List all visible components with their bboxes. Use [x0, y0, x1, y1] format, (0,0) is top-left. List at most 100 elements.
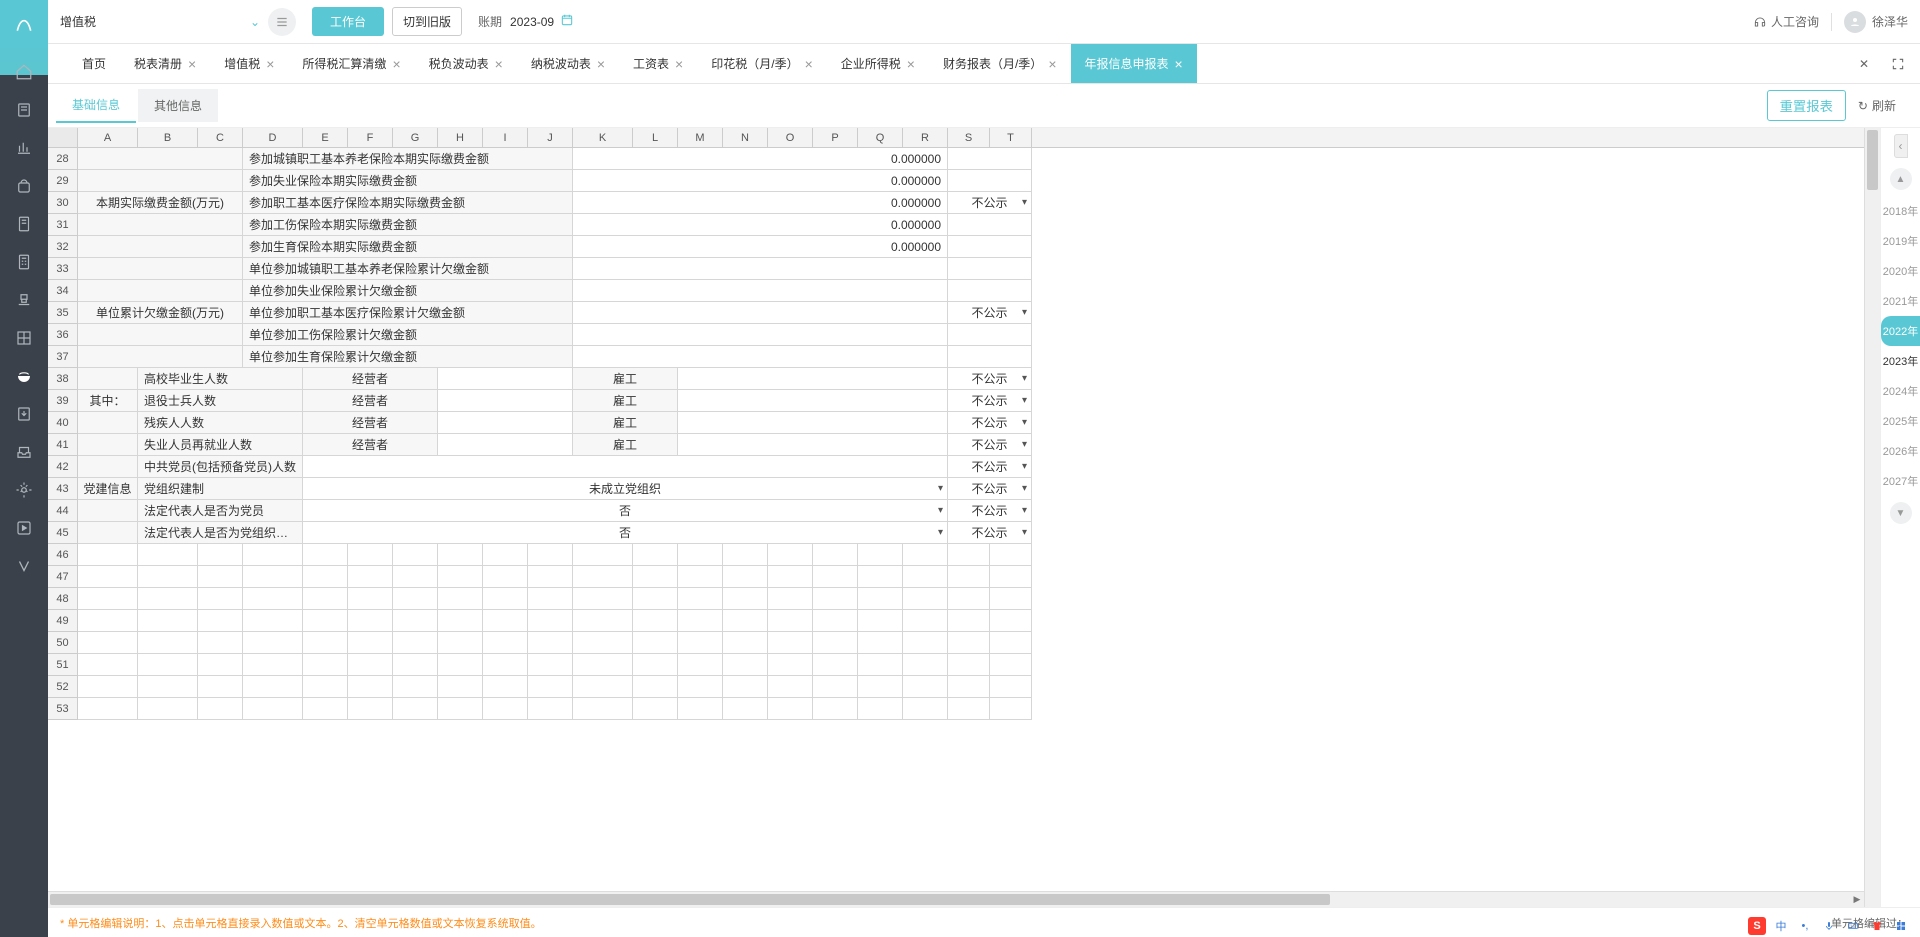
blank-cell[interactable] — [483, 632, 528, 654]
col-header-D[interactable]: D — [243, 128, 303, 147]
blank-cell[interactable] — [348, 676, 393, 698]
blank-cell[interactable] — [483, 610, 528, 632]
blank-cell[interactable] — [990, 610, 1032, 632]
ime-toolbox-icon[interactable] — [1892, 917, 1910, 935]
col-header-A[interactable]: A — [78, 128, 138, 147]
row-header[interactable]: 44 — [48, 500, 78, 522]
blank-cell[interactable] — [813, 544, 858, 566]
scrollbar-thumb-h[interactable] — [50, 894, 1330, 905]
col-header-H[interactable]: H — [438, 128, 483, 147]
blank-cell[interactable] — [348, 654, 393, 676]
reset-report-button[interactable]: 重置报表 — [1767, 90, 1846, 121]
blank-cell[interactable] — [858, 676, 903, 698]
blank-cell[interactable] — [573, 544, 633, 566]
blank-cell[interactable] — [438, 632, 483, 654]
blank-cell[interactable] — [768, 588, 813, 610]
blank-cell[interactable] — [303, 566, 348, 588]
row-header[interactable]: 42 — [48, 456, 78, 478]
blank-cell[interactable] — [483, 566, 528, 588]
year-item[interactable]: 2019年 — [1881, 226, 1920, 256]
blank-cell[interactable] — [528, 544, 573, 566]
blank-cell[interactable] — [990, 632, 1032, 654]
tab-close-icon[interactable]: × — [1175, 56, 1183, 72]
subtab-other-info[interactable]: 其他信息 — [138, 89, 218, 122]
blank-cell[interactable] — [198, 698, 243, 720]
blank-cell[interactable] — [78, 654, 138, 676]
disclose-select[interactable]: 不公示 — [948, 456, 1032, 478]
tab-9[interactable]: 财务报表（月/季）× — [929, 44, 1071, 83]
row-header[interactable]: 43 — [48, 478, 78, 500]
scrollbar-thumb-v[interactable] — [1867, 130, 1878, 190]
subtab-basic-info[interactable]: 基础信息 — [56, 88, 136, 123]
blank-cell[interactable] — [78, 588, 138, 610]
blank-cell[interactable] — [903, 588, 948, 610]
blank-cell[interactable] — [633, 654, 678, 676]
blank-cell[interactable] — [633, 632, 678, 654]
blank-cell[interactable] — [528, 676, 573, 698]
tab-6[interactable]: 工资表× — [619, 44, 697, 83]
row-value[interactable]: 0.000000 — [573, 192, 948, 214]
account-selector[interactable]: 增值税 ⌄ — [60, 13, 260, 30]
row-header[interactable]: 35 — [48, 302, 78, 324]
blank-cell[interactable] — [678, 610, 723, 632]
workspace-button[interactable]: 工作台 — [312, 7, 384, 36]
row-value-select[interactable]: 否 — [303, 522, 948, 544]
blank-cell[interactable] — [528, 654, 573, 676]
blank-cell[interactable] — [438, 698, 483, 720]
nav-calc-icon[interactable] — [14, 252, 34, 272]
col-header-G[interactable]: G — [393, 128, 438, 147]
blank-cell[interactable] — [990, 676, 1032, 698]
row-header[interactable]: 50 — [48, 632, 78, 654]
row-input1[interactable] — [438, 434, 573, 456]
blank-cell[interactable] — [813, 698, 858, 720]
close-all-tabs-button[interactable]: ✕ — [1852, 52, 1876, 76]
row-header[interactable]: 32 — [48, 236, 78, 258]
blank-cell[interactable] — [243, 632, 303, 654]
support-link[interactable]: 人工咨询 — [1753, 13, 1819, 30]
blank-cell[interactable] — [198, 632, 243, 654]
blank-cell[interactable] — [948, 610, 990, 632]
blank-cell[interactable] — [858, 610, 903, 632]
row-header[interactable]: 36 — [48, 324, 78, 346]
row-input2[interactable] — [678, 368, 948, 390]
blank-cell[interactable] — [438, 566, 483, 588]
nav-settings-icon[interactable] — [14, 480, 34, 500]
blank-cell[interactable] — [768, 632, 813, 654]
blank-cell[interactable] — [678, 632, 723, 654]
col-header-T[interactable]: T — [990, 128, 1032, 147]
tab-close-icon[interactable]: × — [266, 56, 274, 72]
blank-cell[interactable] — [858, 588, 903, 610]
blank-cell[interactable] — [633, 610, 678, 632]
ime-mic-icon[interactable] — [1820, 917, 1838, 935]
scroll-right-icon[interactable]: ▶ — [1850, 892, 1864, 907]
row-header[interactable]: 40 — [48, 412, 78, 434]
nav-stamp-icon[interactable] — [14, 290, 34, 310]
blank-cell[interactable] — [393, 566, 438, 588]
blank-cell[interactable] — [858, 544, 903, 566]
year-item[interactable]: 2025年 — [1881, 406, 1920, 436]
blank-cell[interactable] — [678, 544, 723, 566]
blank-cell[interactable] — [948, 654, 990, 676]
blank-cell[interactable] — [393, 588, 438, 610]
blank-cell[interactable] — [393, 654, 438, 676]
blank-cell[interactable] — [633, 566, 678, 588]
col-header-I[interactable]: I — [483, 128, 528, 147]
blank-cell[interactable] — [768, 610, 813, 632]
blank-cell[interactable] — [243, 566, 303, 588]
blank-cell[interactable] — [573, 676, 633, 698]
row-value[interactable] — [303, 456, 948, 478]
row-header[interactable]: 51 — [48, 654, 78, 676]
tab-close-icon[interactable]: × — [392, 56, 400, 72]
blank-cell[interactable] — [78, 676, 138, 698]
blank-cell[interactable] — [78, 632, 138, 654]
tab-2[interactable]: 增值税× — [210, 44, 288, 83]
blank-cell[interactable] — [243, 544, 303, 566]
row-value-select[interactable]: 未成立党组织 — [303, 478, 948, 500]
blank-cell[interactable] — [198, 654, 243, 676]
row-header[interactable]: 30 — [48, 192, 78, 214]
tab-7[interactable]: 印花税（月/季）× — [697, 44, 827, 83]
blank-cell[interactable] — [138, 566, 198, 588]
col-header-B[interactable]: B — [138, 128, 198, 147]
horizontal-scrollbar[interactable]: ◀ ▶ — [48, 891, 1864, 907]
blank-cell[interactable] — [723, 544, 768, 566]
